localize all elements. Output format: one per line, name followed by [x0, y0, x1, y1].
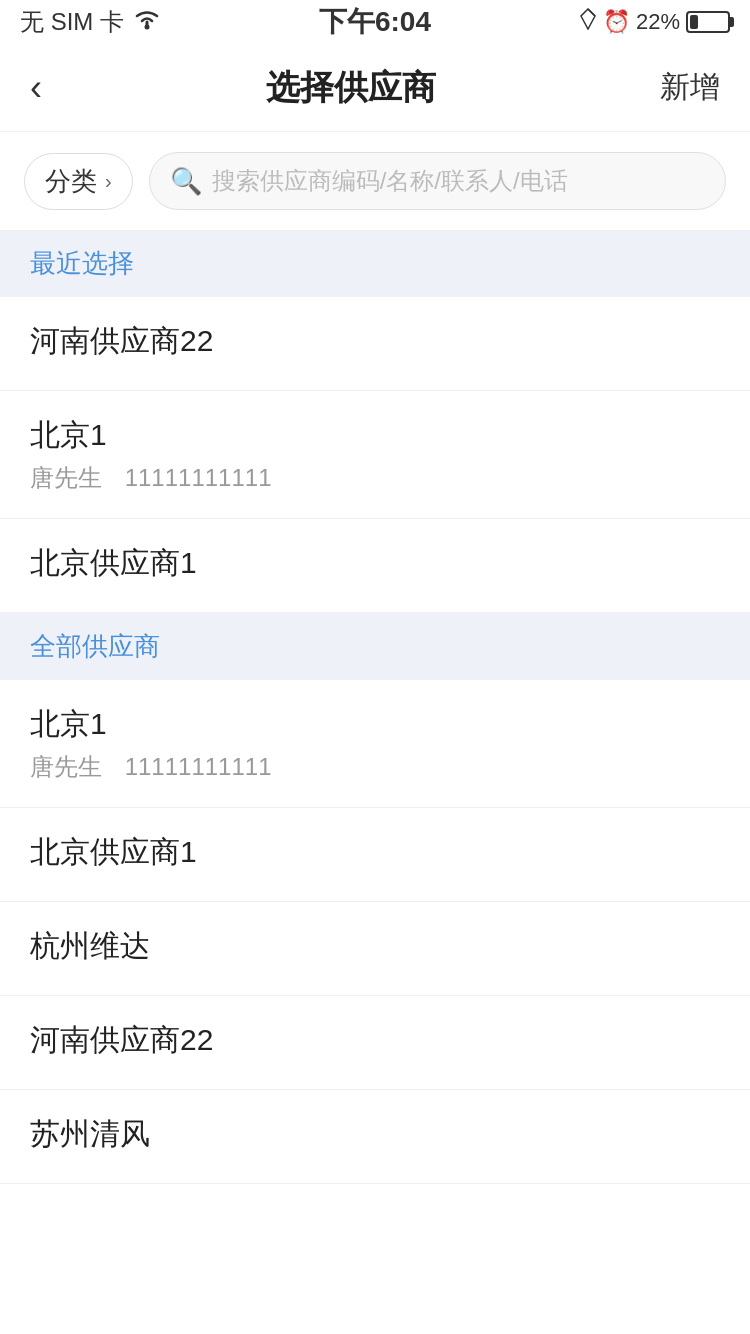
contact-phone: 11111111111 — [125, 753, 272, 780]
filter-bar: 分类 › 🔍 搜索供应商编码/名称/联系人/电话 — [0, 132, 750, 230]
list-item[interactable]: 杭州维达 — [0, 902, 750, 996]
list-item[interactable]: 河南供应商22 — [0, 996, 750, 1090]
item-detail: 唐先生 11111111111 — [30, 462, 720, 494]
no-sim-text: 无 SIM 卡 — [20, 6, 124, 38]
chevron-right-icon: › — [105, 170, 112, 193]
nav-bar: ‹ 选择供应商 新增 — [0, 44, 750, 132]
category-label: 分类 — [45, 164, 97, 199]
search-placeholder: 搜索供应商编码/名称/联系人/电话 — [212, 165, 568, 197]
status-right: ⏰ 22% — [579, 8, 730, 36]
svg-point-0 — [145, 25, 150, 30]
status-bar: 无 SIM 卡 下午6:04 ⏰ 22% — [0, 0, 750, 44]
contact-name: 唐先生 — [30, 753, 102, 780]
item-name: 北京供应商1 — [30, 543, 720, 584]
search-icon: 🔍 — [170, 166, 202, 197]
item-name: 北京1 — [30, 704, 720, 745]
item-name: 杭州维达 — [30, 926, 720, 967]
item-name: 北京供应商1 — [30, 832, 720, 873]
recent-list: 河南供应商22 北京1 唐先生 11111111111 北京供应商1 — [0, 297, 750, 613]
alarm-icon: ⏰ — [603, 9, 630, 35]
all-section-header: 全部供应商 — [0, 613, 750, 680]
list-item[interactable]: 北京供应商1 — [0, 519, 750, 613]
all-section-label: 全部供应商 — [30, 631, 160, 661]
contact-phone: 11111111111 — [125, 464, 272, 491]
list-item[interactable]: 北京1 唐先生 11111111111 — [0, 680, 750, 808]
list-item[interactable]: 北京1 唐先生 11111111111 — [0, 391, 750, 519]
item-name: 河南供应商22 — [30, 1020, 720, 1061]
item-name: 河南供应商22 — [30, 321, 720, 362]
search-box[interactable]: 🔍 搜索供应商编码/名称/联系人/电话 — [149, 152, 726, 210]
category-button[interactable]: 分类 › — [24, 153, 133, 210]
item-detail: 唐先生 11111111111 — [30, 751, 720, 783]
new-button[interactable]: 新增 — [660, 67, 720, 108]
item-name: 苏州清风 — [30, 1114, 720, 1155]
recent-section-header: 最近选择 — [0, 230, 750, 297]
battery-icon — [686, 11, 730, 33]
wifi-icon — [132, 8, 162, 36]
back-button[interactable]: ‹ — [30, 67, 42, 109]
battery-fill — [690, 15, 698, 29]
battery-percent: 22% — [636, 9, 680, 35]
status-left: 无 SIM 卡 — [20, 6, 162, 38]
all-list: 北京1 唐先生 11111111111 北京供应商1 杭州维达 河南供应商22 … — [0, 680, 750, 1184]
location-icon — [579, 8, 597, 36]
page-title: 选择供应商 — [266, 65, 436, 111]
list-item[interactable]: 河南供应商22 — [0, 297, 750, 391]
list-item[interactable]: 北京供应商1 — [0, 808, 750, 902]
status-time: 下午6:04 — [319, 3, 431, 41]
list-item[interactable]: 苏州清风 — [0, 1090, 750, 1184]
contact-name: 唐先生 — [30, 464, 102, 491]
item-name: 北京1 — [30, 415, 720, 456]
recent-section-label: 最近选择 — [30, 248, 134, 278]
